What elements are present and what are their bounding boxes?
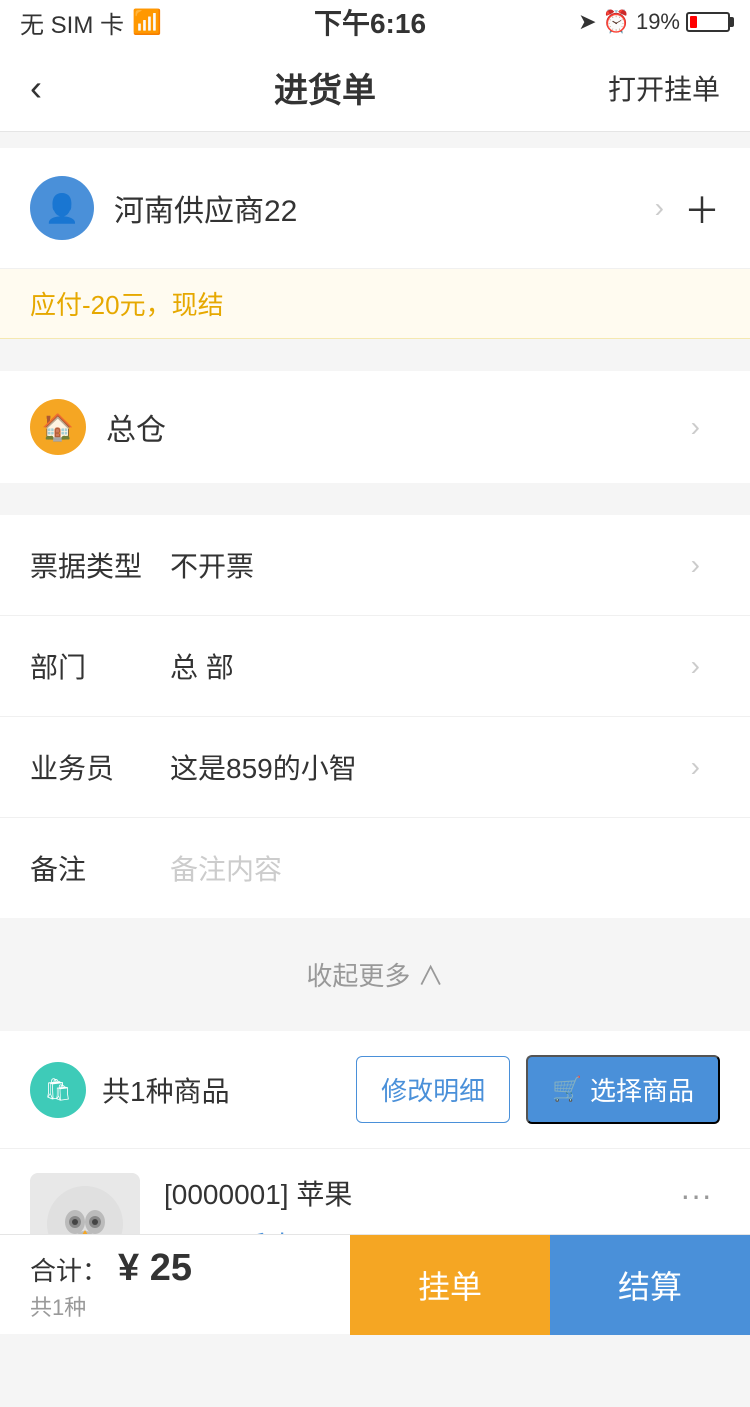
warehouse-section: 🏠 总仓 › <box>0 371 750 483</box>
form-row-salesperson[interactable]: 业务员 这是859的小智 › <box>0 717 750 818</box>
warning-text: 应付-20元，现结 <box>30 290 224 320</box>
supplier-row[interactable]: 👤 河南供应商22 › ＋ <box>0 148 750 269</box>
chevron-right-icon: › <box>655 192 664 224</box>
page-title: 进货单 <box>274 63 376 112</box>
settle-button[interactable]: 结算 <box>550 1235 750 1335</box>
product-count-icon: 🛍 <box>30 1062 86 1118</box>
collapse-label: 收起更多 ∧ <box>306 961 443 991</box>
battery-icon <box>686 12 730 32</box>
status-right: ➤ ⏰ 19% <box>578 9 730 35</box>
salesperson-label: 业务员 <box>30 747 170 787</box>
cart-icon: 🛒 <box>552 1075 582 1104</box>
supplier-name: 河南供应商22 <box>114 186 655 230</box>
invoice-type-value: 不开票 <box>170 545 691 585</box>
remark-placeholder: 备注内容 <box>170 848 720 888</box>
divider-2 <box>0 355 750 371</box>
location-icon: ➤ <box>578 9 596 35</box>
status-time: 下午6:16 <box>314 2 426 42</box>
footer: 合计： ¥ 25 共1种 挂单 结算 <box>0 1234 750 1334</box>
product-more-button[interactable]: ··· <box>672 1173 720 1218</box>
supplier-avatar: 👤 <box>30 176 94 240</box>
department-label: 部门 <box>30 646 170 686</box>
select-product-label: 选择商品 <box>590 1071 694 1108</box>
supplier-section: 👤 河南供应商22 › ＋ 应付-20元，现结 <box>0 148 750 339</box>
avatar-icon: 👤 <box>45 192 80 225</box>
hang-button[interactable]: 挂单 <box>350 1235 550 1335</box>
department-chevron: › <box>691 650 700 682</box>
form-section: 票据类型 不开票 › 部门 总 部 › 业务员 这是859的小智 › 备注 备注… <box>0 515 750 918</box>
status-left: 无 SIM 卡 📶 <box>20 5 162 40</box>
product-code: [0000001] <box>164 1179 289 1210</box>
total-label: 合计： <box>30 1251 108 1288</box>
total-count: 共1种 <box>30 1295 86 1320</box>
back-button[interactable]: ‹ <box>30 67 42 109</box>
carrier-text: 无 SIM 卡 <box>20 5 124 40</box>
edit-detail-button[interactable]: 修改明细 <box>356 1056 510 1123</box>
warehouse-name: 总仓 <box>106 405 691 449</box>
wifi-icon: 📶 <box>132 8 162 37</box>
total-amount: ¥ 25 <box>118 1247 192 1290</box>
select-product-button[interactable]: 🛒 选择商品 <box>526 1055 720 1124</box>
alarm-icon: ⏰ <box>603 9 630 35</box>
form-row-department[interactable]: 部门 总 部 › <box>0 616 750 717</box>
warehouse-chevron-icon: › <box>691 411 700 443</box>
warehouse-icon: 🏠 <box>30 399 86 455</box>
form-row-invoice-type[interactable]: 票据类型 不开票 › <box>0 515 750 616</box>
divider-1 <box>0 132 750 148</box>
add-supplier-button[interactable]: ＋ <box>684 182 720 234</box>
product-count-text: 共1种商品 <box>102 1070 356 1110</box>
warning-banner: 应付-20元，现结 <box>0 269 750 339</box>
product-name: [0000001] 苹果 <box>164 1173 672 1213</box>
department-value: 总 部 <box>170 646 691 686</box>
warehouse-row[interactable]: 🏠 总仓 › <box>0 371 750 483</box>
invoice-type-label: 票据类型 <box>30 545 170 585</box>
invoice-type-chevron: › <box>691 549 700 581</box>
open-hang-button[interactable]: 打开挂单 <box>608 68 720 108</box>
remark-label: 备注 <box>30 848 170 888</box>
product-header: 🛍 共1种商品 修改明细 🛒 选择商品 <box>0 1031 750 1149</box>
footer-total: 合计： ¥ 25 共1种 <box>0 1247 350 1322</box>
shopping-bag-icon: 🛍 <box>44 1077 72 1103</box>
divider-3 <box>0 499 750 515</box>
product-title: 苹果 <box>296 1179 352 1210</box>
salesperson-value: 这是859的小智 <box>170 747 691 787</box>
nav-bar: ‹ 进货单 打开挂单 <box>0 44 750 132</box>
settle-label: 结算 <box>618 1262 682 1308</box>
collapse-button[interactable]: 收起更多 ∧ <box>0 934 750 1015</box>
status-bar: 无 SIM 卡 📶 下午6:16 ➤ ⏰ 19% <box>0 0 750 44</box>
battery-percent: 19% <box>636 9 680 35</box>
hang-label: 挂单 <box>418 1262 482 1308</box>
salesperson-chevron: › <box>691 751 700 783</box>
form-row-remark[interactable]: 备注 备注内容 <box>0 818 750 918</box>
warehouse-icon-symbol: 🏠 <box>42 412 74 443</box>
